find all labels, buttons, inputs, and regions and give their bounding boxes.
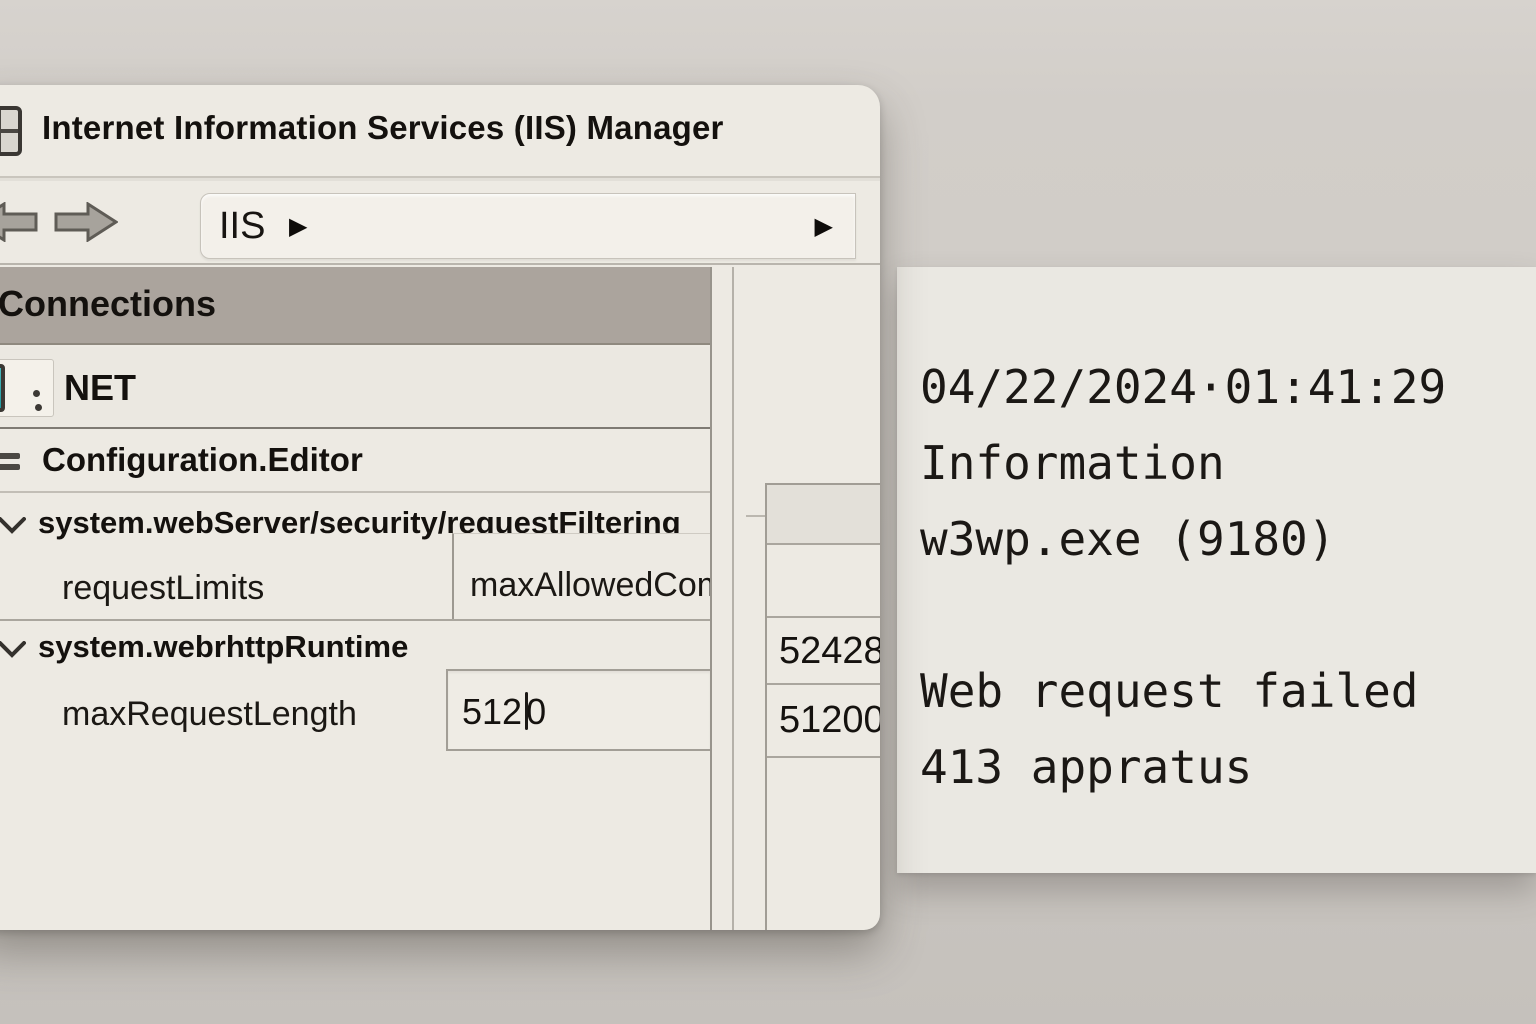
window-title: Internet Information Services (IIS) Mana… [42, 109, 724, 146]
configuration-editor-label: Configuration.Editor [42, 441, 363, 478]
event-timestamp: 04/22/2024·01:41:29 [920, 360, 1447, 414]
chevron-down-icon [0, 641, 26, 658]
request-limits-value: maxAllowedCom [470, 566, 710, 604]
section-http-runtime-label: system.webrhttpRuntime [38, 629, 409, 664]
net-node-icon [0, 359, 54, 417]
row-max-request-length[interactable]: maxRequestLength 512 0 [0, 669, 710, 757]
event-log-panel: 04/22/2024·01:41:29 Information w3wp.exe… [897, 267, 1536, 873]
dot-icon [33, 390, 40, 397]
configuration-editor-icon [0, 453, 20, 471]
table-row[interactable] [767, 545, 880, 618]
connections-header: Connections [0, 267, 710, 345]
feature-view-panel: 52428 51200 [734, 267, 880, 930]
tree-item-configuration-editor[interactable]: Configuration.Editor [0, 431, 710, 493]
table-row[interactable]: 52428 [767, 618, 880, 685]
forward-button[interactable] [54, 202, 118, 242]
breadcrumb-text: IIS [219, 205, 266, 247]
tree-node-net[interactable]: NET [0, 347, 710, 429]
event-message-line1: Web request failed [920, 664, 1419, 718]
dot-icon [35, 404, 42, 411]
event-message-line2: 413 appratus [920, 740, 1253, 794]
back-button[interactable] [0, 202, 38, 242]
breadcrumb-expand-icon[interactable]: ▶ [289, 212, 307, 241]
max-request-length-input[interactable]: 512 0 [446, 669, 710, 751]
title-bar: Internet Information Services (IIS) Mana… [0, 85, 880, 178]
max-request-length-key: maxRequestLength [62, 695, 357, 733]
breadcrumb-bar[interactable]: IIS ▶ ▶ [200, 193, 856, 259]
table-row[interactable]: 51200 [767, 685, 880, 758]
values-table: 52428 51200 [765, 483, 880, 930]
panel-divider [710, 267, 712, 930]
iis-manager-window: Internet Information Services (IIS) Mana… [0, 85, 880, 930]
table-cell-value: 51200 [779, 699, 880, 741]
request-limits-key: requestLimits [62, 569, 265, 607]
event-level: Information [920, 436, 1225, 490]
window-content: Connections NET Configuration.Editor sys… [0, 267, 880, 930]
connections-header-label: Connections [0, 283, 217, 324]
event-process: w3wp.exe (9180) [920, 512, 1336, 566]
table-cell-value: 52428 [779, 630, 880, 672]
request-limits-value-field[interactable]: maxAllowedCom [452, 533, 710, 621]
max-request-length-value: 512 0 [462, 691, 547, 732]
server-glyph-icon [0, 364, 5, 412]
window-app-icon [0, 106, 22, 156]
connections-panel: Connections NET Configuration.Editor sys… [0, 267, 710, 930]
toolbar: IIS ▶ ▶ [0, 180, 880, 340]
breadcrumb-overflow-icon[interactable]: ▶ [815, 212, 833, 241]
net-node-label: NET [64, 367, 136, 408]
event-log-text: 04/22/2024·01:41:29 Information w3wp.exe… [920, 349, 1446, 805]
row-request-limits[interactable]: requestLimits maxAllowedCom [0, 533, 710, 621]
table-header-row [767, 483, 880, 545]
chevron-down-icon [0, 517, 26, 534]
